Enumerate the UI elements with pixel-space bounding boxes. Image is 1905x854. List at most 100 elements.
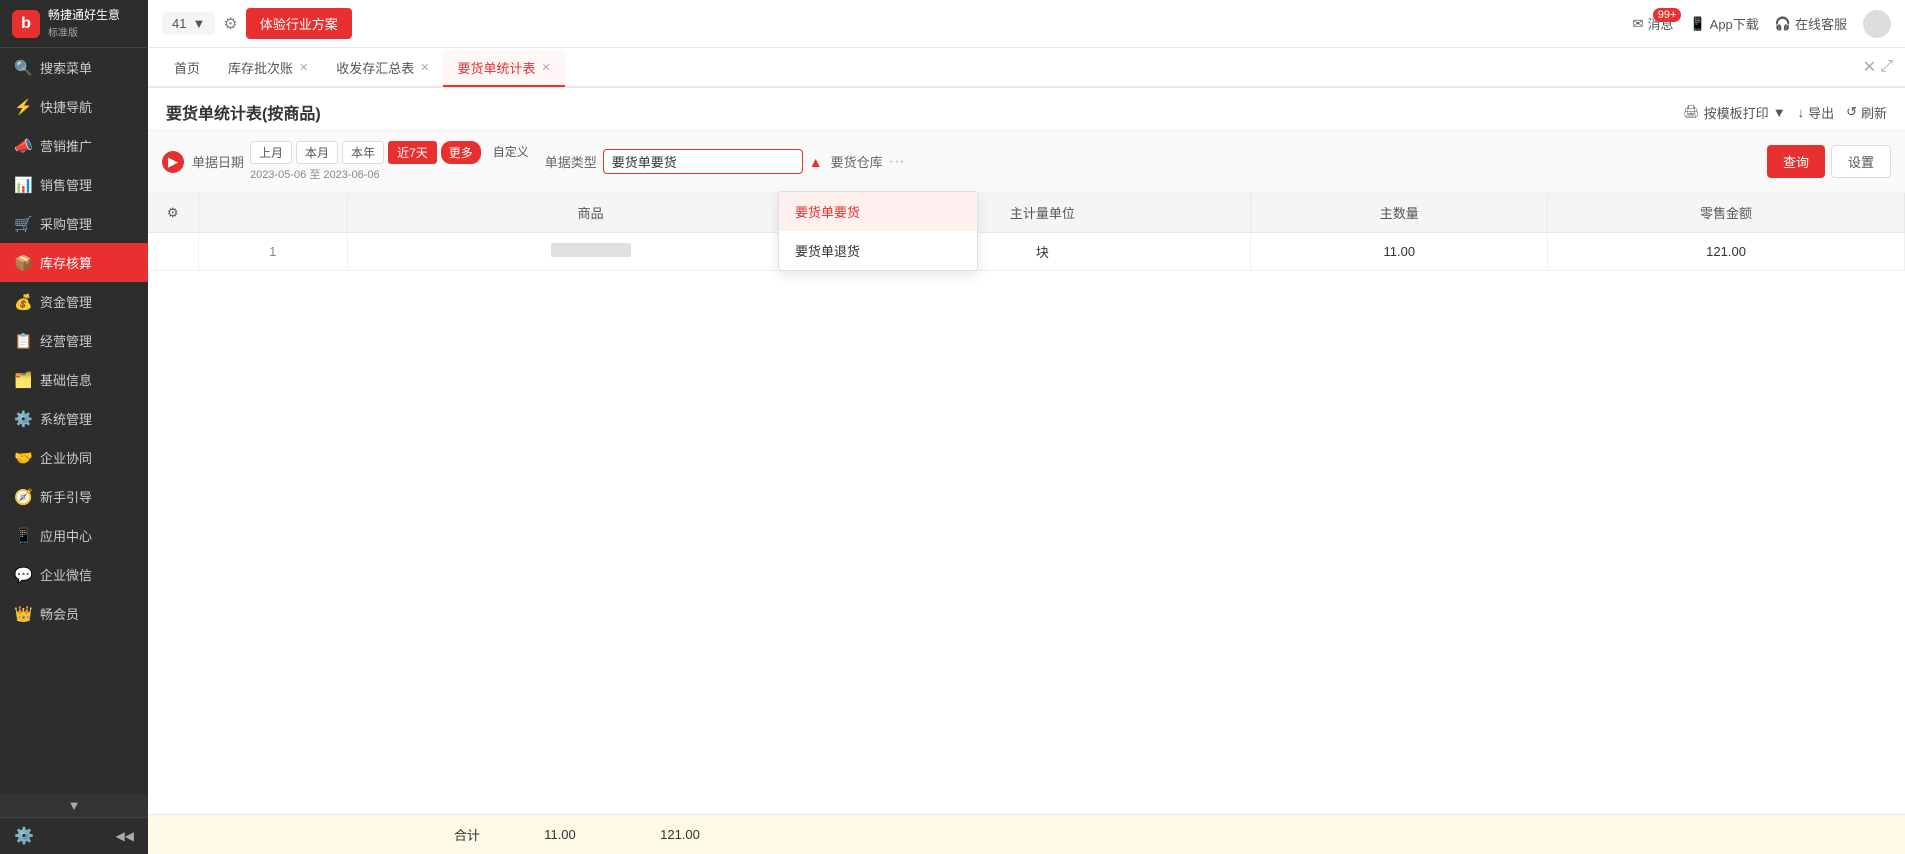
avatar[interactable] [1863,10,1891,38]
th-amount: 零售金额 [1548,193,1905,233]
print-btn[interactable]: 🖨 按模板打印 ▼ [1683,103,1785,122]
type-dropdown: 要货单要货 要货单退货 [778,191,978,271]
export-label: 导出 [1808,103,1834,122]
table-header-row: ⚙ 商品 主计量单位 主数量 零售金额 [148,193,1905,233]
trial-btn[interactable]: 体验行业方案 [246,8,352,39]
row-qty-cell: 11.00 [1251,233,1548,271]
sidebar-item-label: 营销推广 [40,136,92,155]
download-icon: 📱 [1689,16,1705,32]
sidebar-item-operations[interactable]: 📋 经营管理 [0,321,148,360]
th-settings[interactable]: ⚙ [148,193,198,233]
online-service-label: 在线客服 [1795,14,1847,33]
sidebar-item-vip[interactable]: 👑 畅会员 [0,594,148,633]
column-settings-icon[interactable]: ⚙ [167,205,179,220]
settings-footer-icon[interactable]: ⚙️ [14,826,34,846]
tab-inventory-batch-close[interactable]: ✕ [299,61,308,74]
app-download-btn[interactable]: 📱 App下载 [1689,14,1758,33]
type-filter-input[interactable] [603,149,803,174]
sidebar-item-guide[interactable]: 🧭 新手引导 [0,477,148,516]
app-name: 畅捷通好生意 [48,8,120,24]
print-label: 按模板打印 [1704,103,1769,122]
tab-collect-summary[interactable]: 收发存汇总表 ✕ [322,50,443,87]
tab-inventory-batch-label: 库存批次账 [228,58,293,77]
purchase-icon: 🛒 [14,215,32,233]
warehouse-filter-label: 要货仓库 [831,152,883,171]
refresh-icon: ↺ [1846,104,1857,120]
tab-demand-stats[interactable]: 要货单统计表 ✕ [443,50,564,87]
topbar-settings-icon[interactable]: ⚙ [223,14,237,34]
app-download-label: App下载 [1710,14,1759,33]
sidebar-item-inventory[interactable]: 📦 库存核算 [0,243,148,282]
sidebar-footer: ⚙️ ◀◀ [0,817,148,854]
date-range-text: 2023-05-06 至 2023-06-06 [250,166,380,182]
sidebar-item-purchase[interactable]: 🛒 采购管理 [0,204,148,243]
sidebar-item-basic[interactable]: 🗂️ 基础信息 [0,360,148,399]
collapse-icon[interactable]: ◀◀ [116,829,134,843]
sidebar-item-wechat[interactable]: 💬 企业微信 [0,555,148,594]
date-btn-custom[interactable]: 自定义 [485,141,537,164]
sidebar-nav: 🔍 搜索菜单 ⚡ 快捷导航 📣 营销推广 📊 销售管理 🛒 采购管理 📦 库存核… [0,48,148,794]
app-name-block: 畅捷通好生意 标准版 [48,8,120,39]
sidebar-item-label: 企业微信 [40,565,92,584]
refresh-btn[interactable]: ↺ 刷新 [1846,103,1887,122]
tab-expand-btn[interactable]: ⤢ [1880,58,1893,76]
sidebar-item-sales[interactable]: 📊 销售管理 [0,165,148,204]
messages-btn[interactable]: ✉ 消息 99+ [1633,14,1674,33]
sidebar-item-appstore[interactable]: 📱 应用中心 [0,516,148,555]
sidebar-item-label: 基础信息 [40,370,92,389]
breadcrumb-num: 41 [172,16,186,31]
warehouse-filter-dots[interactable]: ··· [889,153,905,171]
sidebar-item-quick-nav[interactable]: ⚡ 快捷导航 [0,87,148,126]
export-icon: ↓ [1798,105,1805,120]
type-filter-label: 单据类型 [545,152,597,171]
sidebar: b 畅捷通好生意 标准版 🔍 搜索菜单 ⚡ 快捷导航 📣 营销推广 📊 销售管理… [0,0,148,854]
row-amount-cell: 121.00 [1548,233,1905,271]
warehouse-filter-group: 要货仓库 ··· [831,152,905,171]
tab-home[interactable]: 首页 [160,50,214,87]
date-btn-this-year[interactable]: 本年 [342,141,384,164]
print-icon: 🖨 [1683,104,1700,120]
page-title: 要货单统计表(按商品) [166,100,321,124]
table-container: ⚙ 商品 主计量单位 主数量 零售金额 1 [148,193,1905,814]
dropdown-item-return-order[interactable]: 要货单退货 [779,231,977,270]
quick-nav-icon: ⚡ [14,98,32,116]
tab-collect-summary-close[interactable]: ✕ [420,61,429,74]
refresh-label: 刷新 [1861,103,1887,122]
tab-close-all-btn[interactable]: ✕ [1863,57,1876,77]
th-seq [198,193,347,233]
dropdown-item-purchase-order[interactable]: 要货单要货 [779,192,977,231]
sidebar-item-system[interactable]: ⚙️ 系统管理 [0,399,148,438]
date-btn-prev-month[interactable]: 上月 [250,141,292,164]
export-btn[interactable]: ↓ 导出 [1798,103,1835,122]
date-btn-7days[interactable]: 近7天 [388,141,437,164]
sidebar-item-finance[interactable]: 💰 资金管理 [0,282,148,321]
footer-qty: 11.00 [500,827,620,842]
dropdown-item-label: 要货单要货 [795,205,860,220]
tab-home-label: 首页 [174,58,200,77]
filter-settings-btn[interactable]: 设置 [1831,145,1891,178]
date-btn-this-month[interactable]: 本月 [296,141,338,164]
chevron-down-icon: ▼ [192,16,205,31]
marketing-icon: 📣 [14,137,32,155]
sidebar-item-search[interactable]: 🔍 搜索菜单 [0,48,148,87]
messages-badge: 99+ [1653,8,1682,22]
page-content: 要货单统计表(按商品) 🖨 按模板打印 ▼ ↓ 导出 ↺ 刷新 ▶ [148,88,1905,854]
breadcrumb: 41 ▼ [162,12,215,35]
tab-demand-stats-close[interactable]: ✕ [542,61,551,74]
sidebar-item-marketing[interactable]: 📣 营销推广 [0,126,148,165]
topbar-left: 41 ▼ ⚙ 体验行业方案 [162,8,1633,39]
online-service-btn[interactable]: 🎧 在线客服 [1775,14,1847,33]
type-filter-chevron-up[interactable]: ▲ [809,154,823,170]
date-btn-more[interactable]: 更多 [441,141,481,164]
sidebar-scroll-down[interactable]: ▼ [0,794,148,817]
finance-icon: 💰 [14,293,32,311]
main-area: 41 ▼ ⚙ 体验行业方案 ✉ 消息 99+ 📱 App下载 🎧 在线客服 [148,0,1905,854]
th-qty: 主数量 [1251,193,1548,233]
tab-inventory-batch[interactable]: 库存批次账 ✕ [214,50,322,87]
filter-expand-btn[interactable]: ▶ [162,151,184,173]
query-btn[interactable]: 查询 [1767,145,1825,178]
tab-demand-stats-label: 要货单统计表 [457,58,535,77]
message-icon: ✉ [1633,16,1644,32]
sidebar-item-enterprise[interactable]: 🤝 企业协同 [0,438,148,477]
service-icon: 🎧 [1775,16,1791,32]
